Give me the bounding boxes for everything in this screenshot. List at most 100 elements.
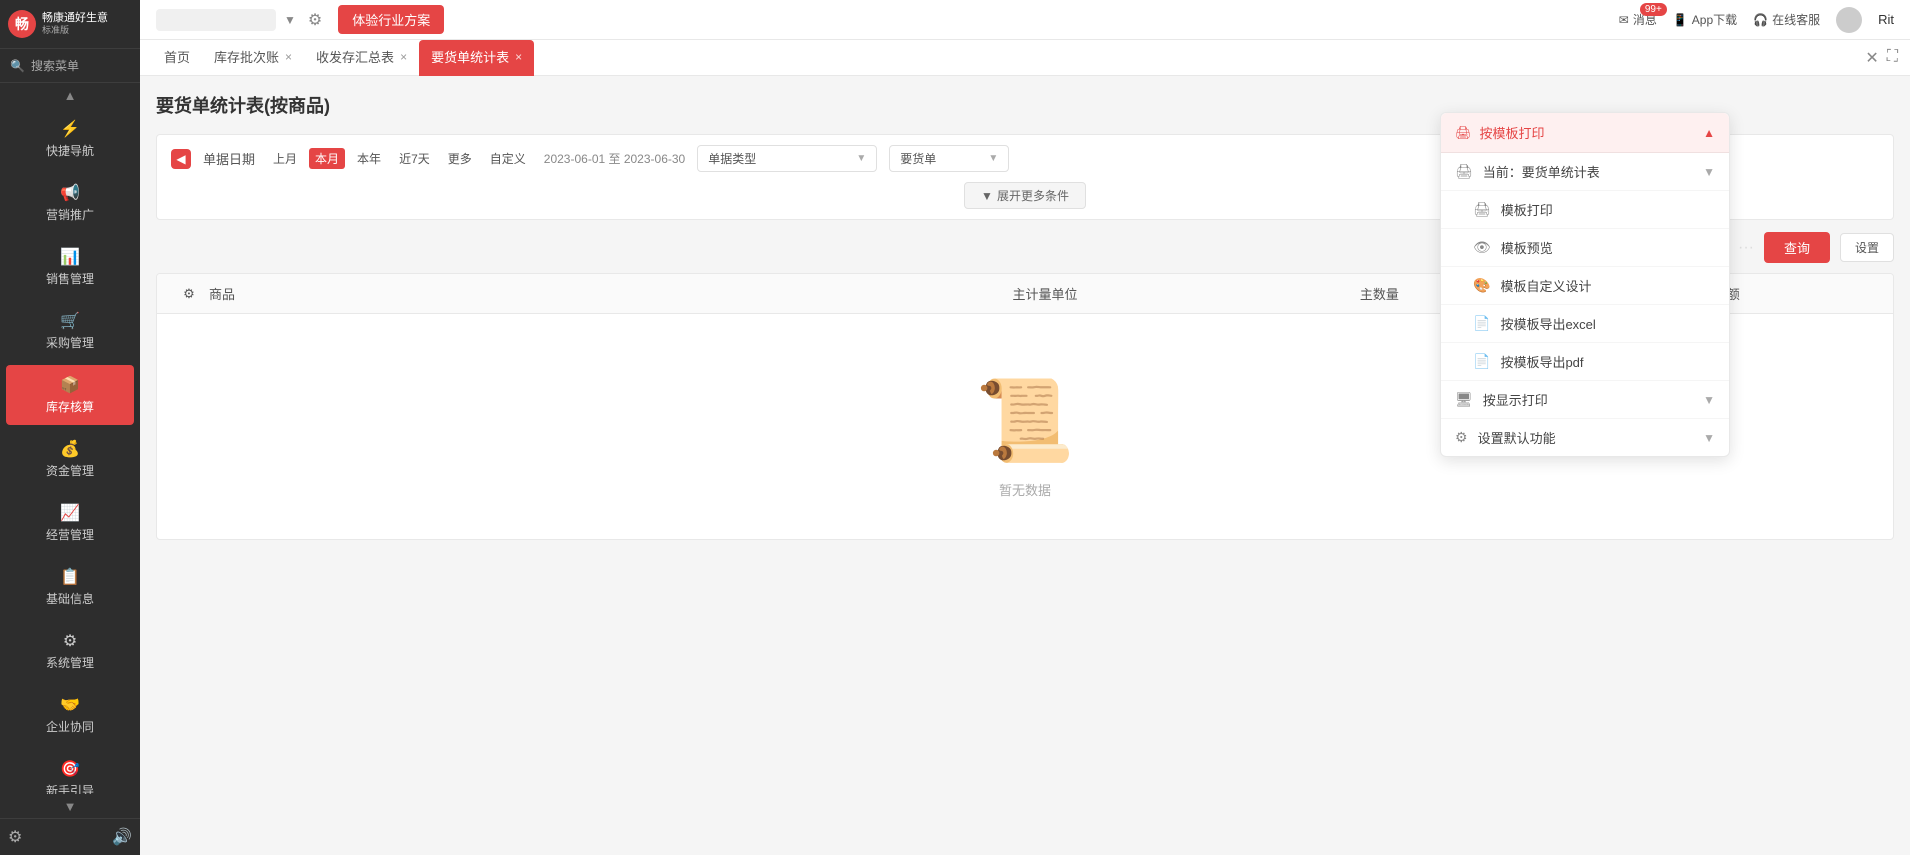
logo-icon: 畅 [8,10,36,38]
sidebar-item-label: 库存核算 [46,398,94,415]
dropdown-current-template[interactable]: 🖨 当前：要货单统计表 ▼ [1441,153,1729,191]
display-print-arrow: ▼ [1703,393,1715,407]
dropdown-title-label: 按模板打印 [1480,123,1545,142]
date-btn-7days[interactable]: 近7天 [393,148,436,169]
sidebar-item-label: 快捷导航 [46,142,94,159]
search-label: 搜索菜单 [31,57,79,74]
sidebar-item-label: 采购管理 [46,334,94,351]
dropdown-template-preview[interactable]: 👁 模板预览 [1441,229,1729,267]
sidebar-search[interactable]: 🔍 搜索菜单 [0,49,140,83]
sidebar-item-system[interactable]: ⚙ 系统管理 [6,621,134,681]
content-area: 要货单统计表(按商品) ◀ 单据日期 上月 本月 本年 近7天 更多 自定义 2… [140,76,1910,855]
sidebar-item-label: 资金管理 [46,462,94,479]
dropdown-default-func[interactable]: ⚙ 设置默认功能 ▼ [1441,419,1729,456]
order-category-arrow-icon: ▼ [988,153,998,164]
tab-order-summary[interactable]: 要货单统计表 × [419,40,534,76]
tab-batch-account-label: 库存批次账 [214,47,279,66]
sidebar-items: ⚡ 快捷导航 📢 营销推广 📊 销售管理 🛒 采购管理 📦 库存核算 💰 资金管… [0,107,140,794]
tab-order-summary-close[interactable]: × [515,50,522,64]
current-template-arrow: ▼ [1703,165,1715,179]
sidebar-item-enterprise[interactable]: 🤝 企业协同 [6,685,134,745]
default-func-arrow: ▼ [1703,431,1715,445]
sidebar-scroll-down[interactable]: ▼ [0,794,140,818]
dropdown-close-arrow[interactable]: ▲ [1703,126,1715,140]
sales-icon: 📊 [60,247,80,267]
col-settings[interactable]: ⚙ [169,286,209,302]
messages-btn[interactable]: ✉ 消息 99+ [1619,11,1657,28]
topbar-dropdown-btn[interactable]: ▼ [284,13,296,27]
export-excel-icon: 📄 [1473,315,1490,332]
order-category-select[interactable]: 要货单 ▼ [889,145,1009,172]
current-template-icon: 🖨 [1455,163,1473,180]
export-pdf-label: 按模板导出pdf [1500,352,1583,371]
expand-label: 展开更多条件 [997,187,1069,204]
sidebar-item-operations[interactable]: 📈 经营管理 [6,493,134,553]
date-btn-this-year[interactable]: 本年 [351,148,387,169]
display-print-left: 🖥 按显示打印 [1455,390,1548,409]
dropdown-display-print[interactable]: 🖥 按显示打印 ▼ [1441,381,1729,419]
settings-bottom-icon[interactable]: ⚙ [8,827,22,847]
inventory-icon: 📦 [60,375,80,395]
maximize-window-btn[interactable]: ⛶ [1887,48,1898,68]
empty-icon: 📜 [975,374,1075,468]
tab-receipts-summary-close[interactable]: × [400,50,407,64]
dropdown-export-excel[interactable]: 📄 按模板导出excel [1441,305,1729,343]
toolbar-more-icon[interactable]: ··· [1738,239,1754,257]
order-type-select[interactable]: 单据类型 ▼ [697,145,877,172]
trial-btn[interactable]: 体验行业方案 [338,5,444,34]
topbar-gear-icon[interactable]: ⚙ [308,10,322,30]
template-design-label: 模板自定义设计 [1500,276,1591,295]
sidebar-item-basic[interactable]: 📋 基础信息 [6,557,134,617]
main-area: ▼ ⚙ 体验行业方案 ✉ 消息 99+ 📱 App下载 🎧 在线客服 Rit 首… [140,0,1910,855]
date-btn-this-month[interactable]: 本月 [309,148,345,169]
dropdown-section-left: 🖨 当前：要货单统计表 [1455,162,1600,181]
online-service-btn[interactable]: 🎧 在线客服 [1753,11,1820,28]
export-pdf-icon: 📄 [1473,353,1490,370]
topbar-search-input[interactable] [156,9,276,31]
app-download-btn[interactable]: 📱 App下载 [1673,11,1737,28]
topbar-right: ✉ 消息 99+ 📱 App下载 🎧 在线客服 Rit [1619,7,1894,33]
marketing-icon: 📢 [60,183,80,203]
search-icon: 🔍 [10,59,25,73]
sidebar-scroll-up[interactable]: ▲ [0,83,140,107]
sidebar-item-purchase[interactable]: 🛒 采购管理 [6,301,134,361]
template-preview-icon: 👁 [1473,239,1491,256]
dropdown-print-icon: 🖨 [1455,125,1472,141]
tab-batch-account[interactable]: 库存批次账 × [202,40,304,76]
sidebar-item-inventory[interactable]: 📦 库存核算 [6,365,134,425]
date-btn-more[interactable]: 更多 [442,148,478,169]
sidebar-item-finance[interactable]: 💰 资金管理 [6,429,134,489]
close-window-btn[interactable]: ✕ [1865,48,1878,68]
filter-toggle-btn[interactable]: ◀ [171,149,191,169]
query-btn[interactable]: 查询 [1764,232,1830,263]
display-print-label: 按显示打印 [1483,390,1548,409]
operations-icon: 📈 [60,503,80,523]
messages-badge: 99+ [1640,3,1667,16]
sidebar-item-guide[interactable]: 🎯 新手引导 [6,749,134,794]
sidebar-item-label: 销售管理 [46,270,94,287]
sidebar-item-marketing[interactable]: 📢 营销推广 [6,173,134,233]
tab-receipts-summary[interactable]: 收发存汇总表 × [304,40,419,76]
tab-order-summary-label: 要货单统计表 [431,47,509,66]
basic-icon: 📋 [60,567,80,587]
tab-home[interactable]: 首页 [152,40,202,76]
enterprise-icon: 🤝 [60,695,80,715]
empty-text: 暂无数据 [999,480,1051,499]
dropdown-template-design[interactable]: 🎨 模板自定义设计 [1441,267,1729,305]
dropdown-template-print[interactable]: 🖨 模板打印 [1441,191,1729,229]
speaker-icon[interactable]: 🔊 [112,827,132,847]
tab-batch-account-close[interactable]: × [285,50,292,64]
avatar[interactable] [1836,7,1862,33]
sidebar-item-sales[interactable]: 📊 销售管理 [6,237,134,297]
online-service-label: 在线客服 [1772,11,1820,28]
date-btn-last-month[interactable]: 上月 [267,148,303,169]
template-print-icon: 🖨 [1473,201,1491,218]
expand-conditions-btn[interactable]: ▼ 展开更多条件 [964,182,1086,209]
sidebar-item-quick-nav[interactable]: ⚡ 快捷导航 [6,109,134,169]
message-icon: ✉ [1619,13,1629,27]
date-buttons: 上月 本月 本年 近7天 更多 自定义 2023-06-01 至 2023-06… [267,148,685,169]
tabs-bar: 首页 库存批次账 × 收发存汇总表 × 要货单统计表 × ✕ ⛶ [140,40,1910,76]
dropdown-export-pdf[interactable]: 📄 按模板导出pdf [1441,343,1729,381]
settings-btn[interactable]: 设置 [1840,233,1894,262]
date-btn-custom[interactable]: 自定义 [484,148,532,169]
